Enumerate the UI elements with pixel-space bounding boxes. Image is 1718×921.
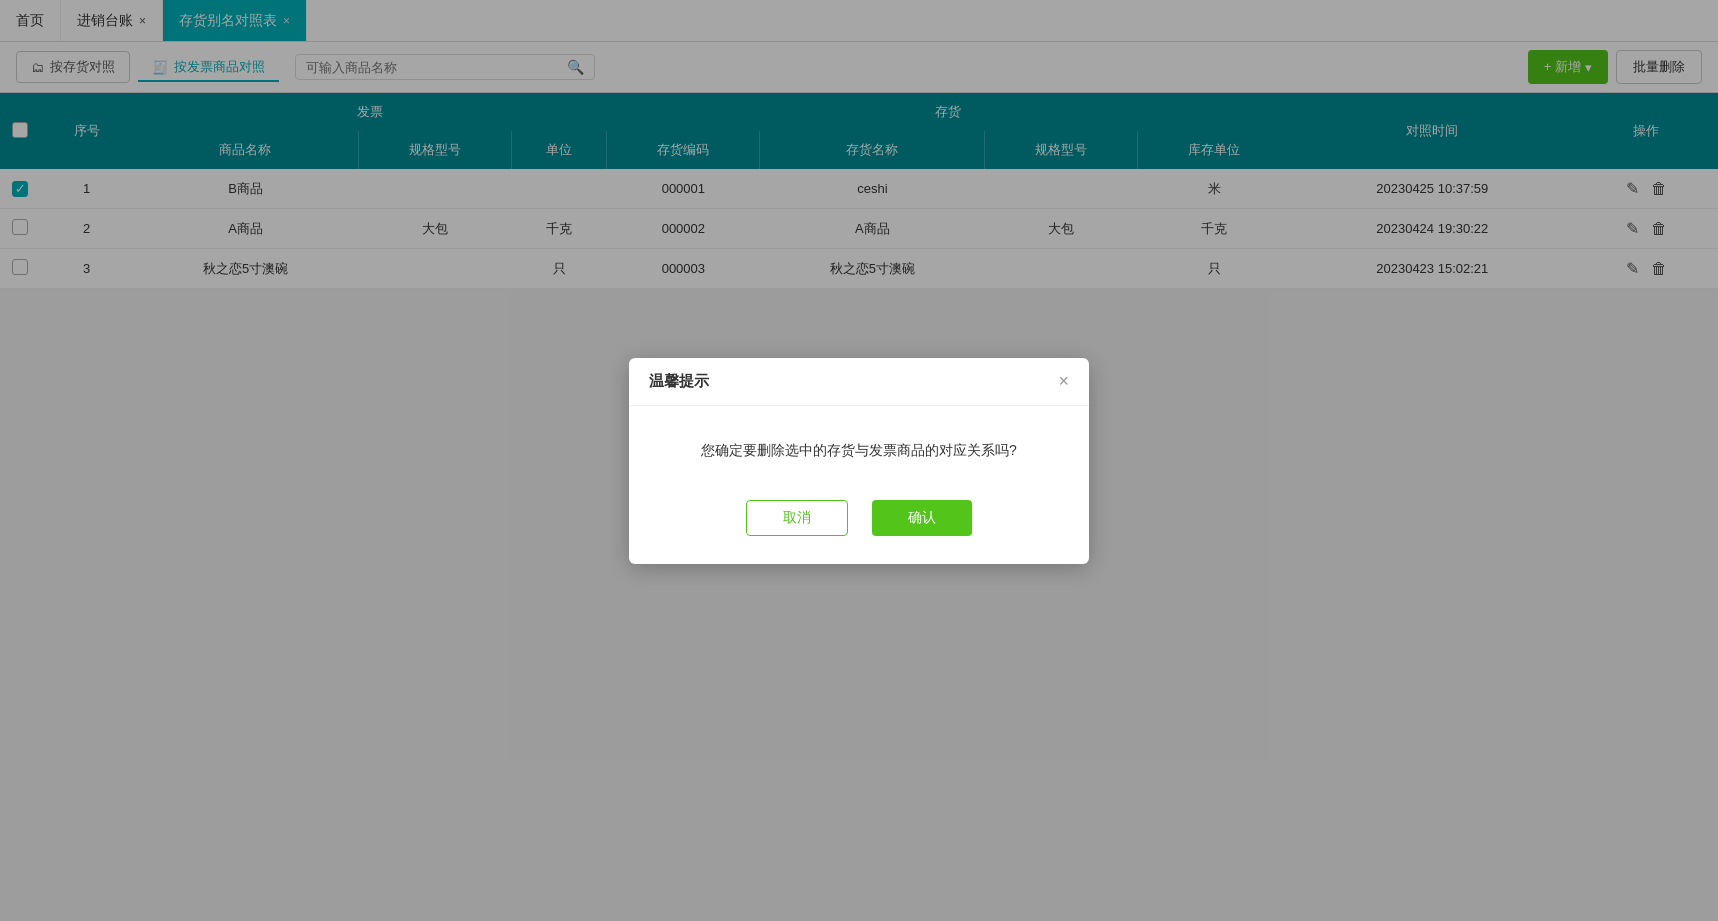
dialog-overlay: 温馨提示 × 您确定要删除选中的存货与发票商品的对应关系吗? 取消 确认 — [0, 0, 1718, 289]
